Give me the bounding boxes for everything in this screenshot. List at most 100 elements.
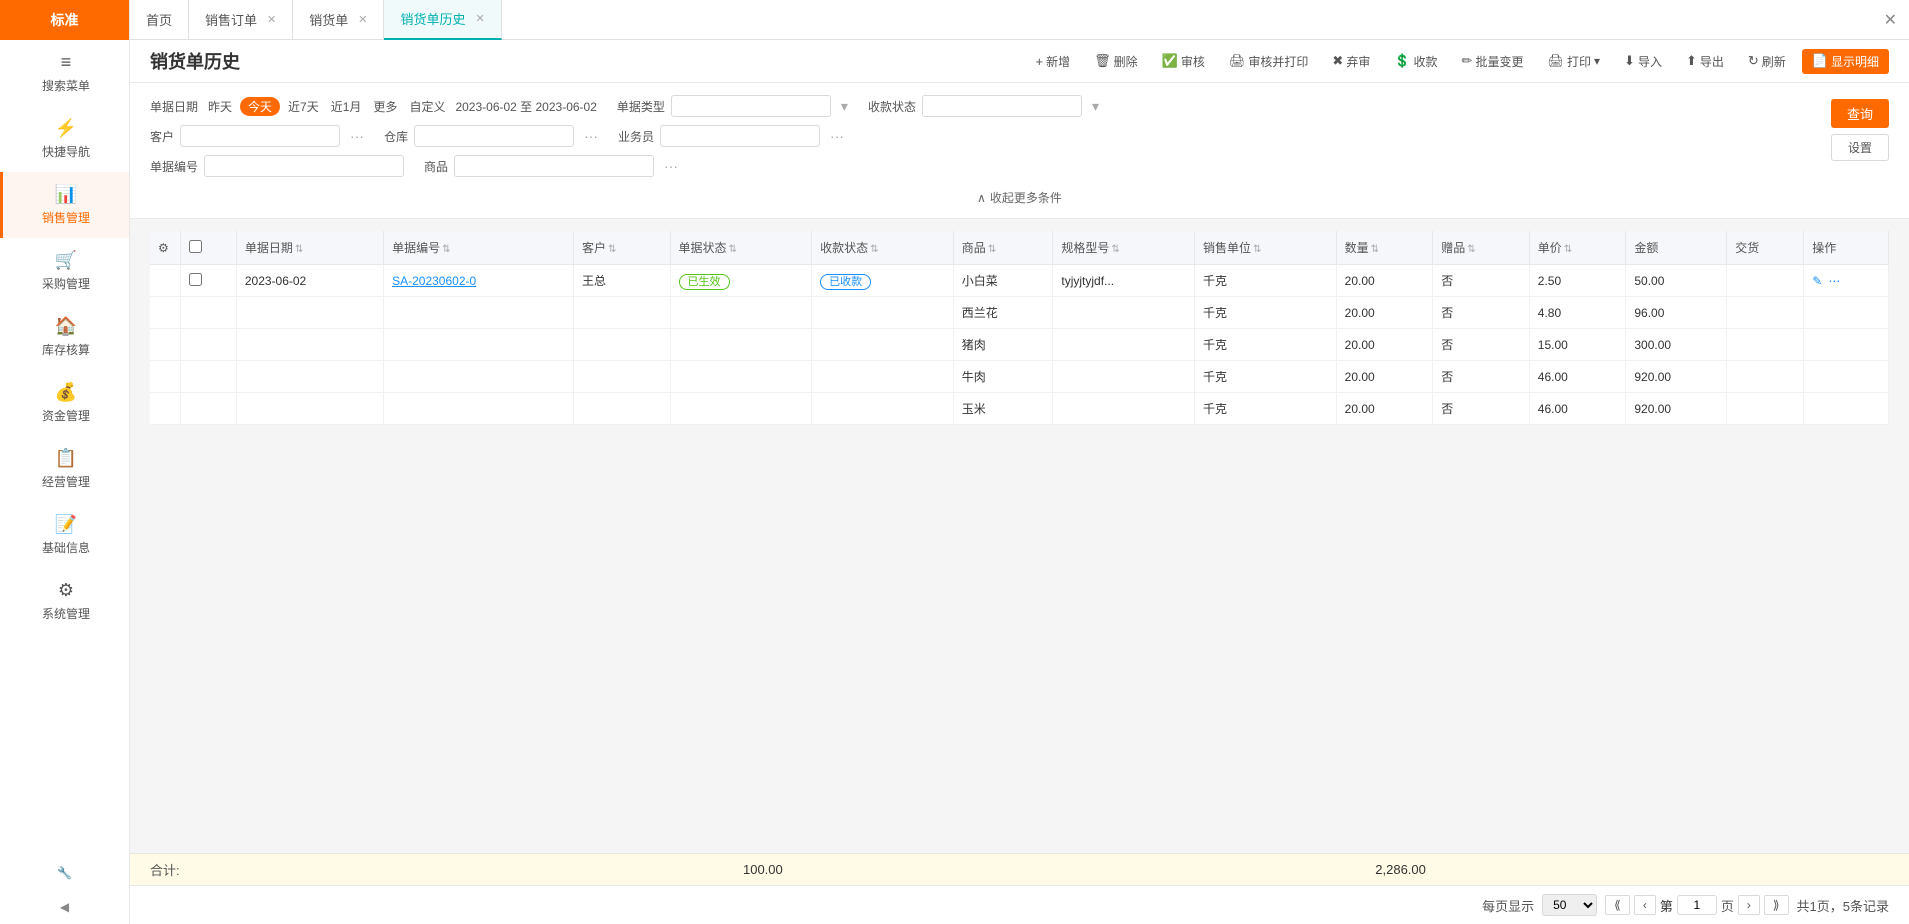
select-all-checkbox[interactable] [189,240,202,253]
col-date[interactable]: 单据日期⇅ [236,231,383,265]
col-payment-status[interactable]: 收款状态⇅ [812,231,954,265]
filter-salesperson-dots[interactable]: ··· [830,128,844,144]
filter-customer-dots[interactable]: ··· [350,128,364,144]
col-doc-status[interactable]: 单据状态⇅ [670,231,812,265]
filter-goods-dots[interactable]: ··· [664,158,678,174]
filter-payment-status-input[interactable] [922,95,1082,117]
sidebar-item-quick-nav[interactable]: ⚡ 快捷导航 [0,106,129,172]
row-more-icon[interactable]: ⋯ [1828,274,1840,288]
sidebar-item-purchase-mgmt[interactable]: 🛒 采购管理 [0,238,129,304]
sidebar-item-label: 快捷导航 [42,143,90,160]
col-customer[interactable]: 客户⇅ [573,231,670,265]
cell-unit-price: 46.00 [1529,393,1626,425]
row-checkbox[interactable] [189,273,202,286]
new-label: 新增 [1046,53,1070,70]
shortcut-custom[interactable]: 自定义 [405,97,449,116]
page-prev-button[interactable]: ‹ [1634,895,1656,915]
abandon-button[interactable]: ✖ 弃审 [1324,49,1378,74]
sidebar-bottom-settings[interactable]: 🔧 [0,856,129,890]
abandon-icon: ✖ [1332,53,1343,69]
audit-icon: ✅ [1162,53,1178,69]
inventory-icon: 🏠 [55,316,77,337]
doc-no-link[interactable]: SA-20230602-0 [392,274,476,288]
sidebar-item-sys-mgmt[interactable]: ⚙ 系统管理 [0,568,129,634]
sidebar-item-inventory[interactable]: 🏠 库存核算 [0,304,129,370]
date-shortcuts: 昨天 今天 近7天 近1月 更多 自定义 [204,97,449,116]
sidebar-item-search-menu[interactable]: ≡ 搜索菜单 [0,40,129,106]
sidebar-logo: 标准 [0,0,129,40]
print-button[interactable]: 🖨 打印 ▾ [1539,49,1608,74]
sidebar-item-basic-info[interactable]: 📝 基础信息 [0,502,129,568]
col-doc-no[interactable]: 单据编号⇅ [384,231,574,265]
summary-label: 合计: [150,860,180,879]
show-detail-button[interactable]: 📄 显示明细 [1802,49,1889,74]
collapse-filter-button[interactable]: ∧ 收起更多条件 [150,189,1889,206]
tab-bar-close-all[interactable]: ✕ [1872,10,1909,30]
page-number-input[interactable] [1677,895,1717,915]
table-settings-col[interactable]: ⚙ [150,231,180,265]
page-size-select[interactable]: 50 100 200 [1542,894,1597,916]
cell-gift: 否 [1433,393,1530,425]
tab-sales-history-close[interactable]: ✕ [476,12,485,25]
shortcut-1month[interactable]: 近1月 [327,97,366,116]
col-sales-unit[interactable]: 销售单位⇅ [1195,231,1337,265]
tab-sales-order-label: 销售订单 [205,10,257,29]
table-row: 玉米 千克 20.00 否 46.00 920.00 [150,393,1889,425]
tab-sales-shipment-close[interactable]: ✕ [358,13,367,26]
page-first-button[interactable]: ⟪ [1605,895,1630,915]
export-button[interactable]: ⬆ 导出 [1678,49,1732,74]
cell-actions [1804,297,1889,329]
audit-print-button[interactable]: 🖨 审核并打印 [1221,49,1317,74]
filter-warehouse-item: 仓库 ··· [384,125,598,147]
tab-home[interactable]: 首页 [130,0,189,40]
set-button[interactable]: 设置 [1831,134,1889,161]
batch-change-button[interactable]: ✏ 批量变更 [1454,49,1532,74]
tab-sales-history[interactable]: 销货单历史 ✕ [384,0,501,40]
filter-warehouse-dots[interactable]: ··· [584,128,598,144]
sidebar-bottom-toggle[interactable]: ◀ [0,890,129,924]
sidebar-item-sales-mgmt[interactable]: 📊 销售管理 [0,172,129,238]
cell-checkbox [180,297,236,329]
filter-payment-status-item: 收款状态 ▾ [868,95,1099,117]
tab-sales-order[interactable]: 销售订单 ✕ [189,0,293,40]
cell-date [236,361,383,393]
page-last-button[interactable]: ⟫ [1764,895,1789,915]
refresh-button[interactable]: ↻ 刷新 [1740,49,1794,74]
sidebar-item-ops-mgmt[interactable]: 📋 经营管理 [0,436,129,502]
filter-warehouse-input[interactable] [414,125,574,147]
sidebar-item-fund-mgmt[interactable]: 💰 资金管理 [0,370,129,436]
filter-goods-input[interactable] [454,155,654,177]
new-button[interactable]: + 新增 [1028,49,1079,74]
col-quantity[interactable]: 数量⇅ [1336,231,1433,265]
filter-doc-type-dropdown[interactable]: ▾ [841,98,848,115]
audit-button[interactable]: ✅ 审核 [1154,49,1213,74]
query-button[interactable]: 查询 [1831,99,1889,128]
cell-spec-type [1053,393,1195,425]
tab-sales-shipment[interactable]: 销货单 ✕ [293,0,384,40]
col-spec-type[interactable]: 规格型号⇅ [1053,231,1195,265]
audit-print-icon: 🖨 [1229,53,1246,69]
cell-doc-no [384,329,574,361]
row-edit-icon[interactable]: ✎ [1812,274,1822,288]
filter-doc-no-input[interactable] [204,155,404,177]
filter-warehouse-label: 仓库 [384,128,408,145]
collect-button[interactable]: 💲 收款 [1386,49,1445,74]
col-gift[interactable]: 赠品⇅ [1433,231,1530,265]
tab-sales-order-close[interactable]: ✕ [267,13,276,26]
filter-customer-input[interactable] [180,125,340,147]
col-goods[interactable]: 商品⇅ [953,231,1053,265]
shortcut-more[interactable]: 更多 [369,97,401,116]
shortcut-yesterday[interactable]: 昨天 [204,97,236,116]
filter-payment-status-dropdown[interactable]: ▾ [1092,98,1099,115]
shortcut-7days[interactable]: 近7天 [284,97,323,116]
filter-doc-type-input[interactable] [671,95,831,117]
col-unit-price[interactable]: 单价⇅ [1529,231,1626,265]
batch-change-label: 批量变更 [1475,53,1523,70]
filter-salesperson-input[interactable] [660,125,820,147]
shortcut-today[interactable]: 今天 [240,97,280,116]
table-row: 牛肉 千克 20.00 否 46.00 920.00 [150,361,1889,393]
delete-button[interactable]: 🗑 删除 [1086,49,1146,74]
import-button[interactable]: ⬇ 导入 [1616,49,1670,74]
cell-checkbox [180,393,236,425]
page-next-button[interactable]: › [1738,895,1760,915]
